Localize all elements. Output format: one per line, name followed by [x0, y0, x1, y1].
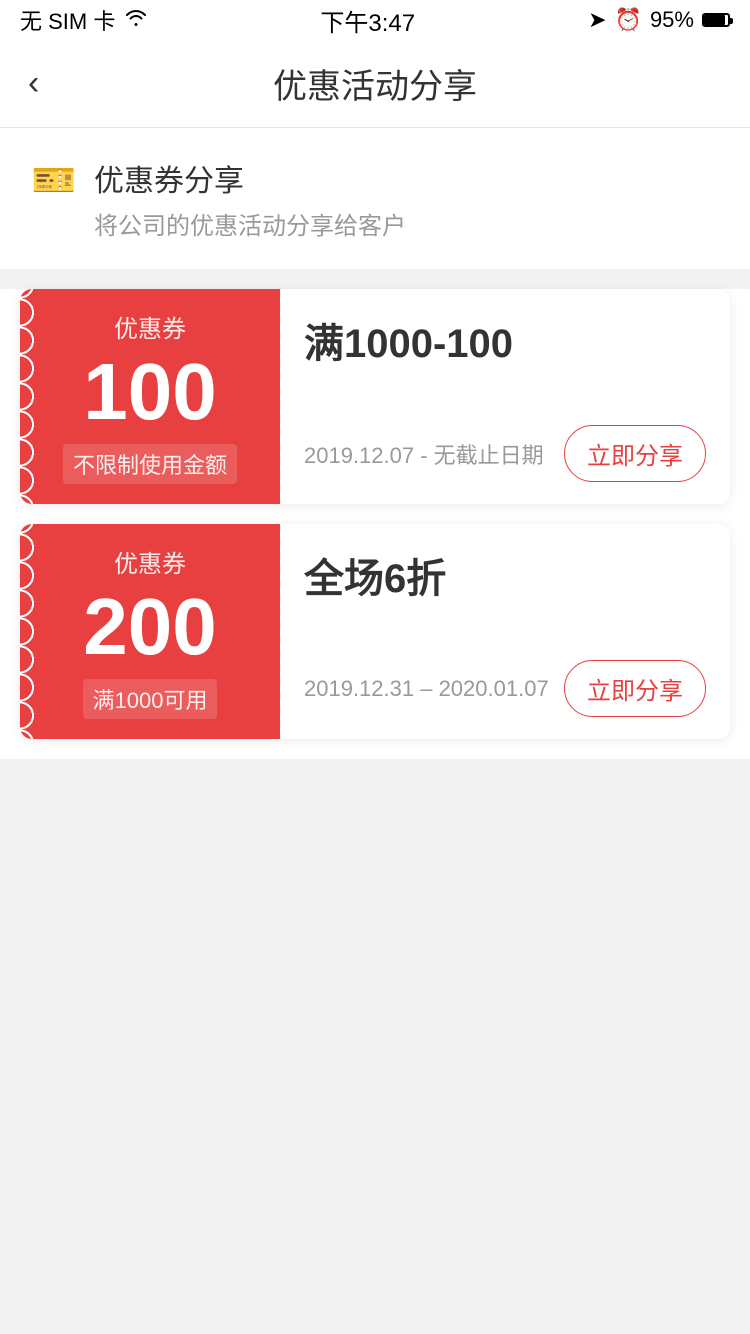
status-time: 下午3:47 — [320, 3, 415, 38]
carrier-text: 无 SIM 卡 — [20, 4, 115, 36]
alarm-icon: ⏰ — [615, 7, 642, 33]
coupon-right-1: 满1000-100 2019.12.07 - 无截止日期 立即分享 — [280, 289, 730, 504]
share-button-2[interactable]: 立即分享 — [564, 660, 706, 717]
page-title: 优惠活动分享 — [273, 59, 477, 108]
location-icon: ➤ — [588, 7, 606, 33]
coupon-divider-1 — [280, 289, 281, 504]
section-text: 优惠券分享 将公司的优惠活动分享给客户 — [94, 156, 406, 241]
coupon-divider-2 — [280, 524, 281, 739]
wifi-icon — [125, 6, 147, 34]
coupon-type-1: 优惠券 — [114, 309, 186, 344]
coupon-type-2: 优惠券 — [114, 544, 186, 579]
coupon-date-2: 2019.12.31 – 2020.01.07 — [304, 676, 549, 702]
share-button-1[interactable]: 立即分享 — [564, 425, 706, 482]
coupon-card-1: 优惠券 100 不限制使用金额 满1000-100 2019.12.07 - 无… — [20, 289, 730, 504]
coupon-right-2: 全场6折 2019.12.31 – 2020.01.07 立即分享 — [280, 524, 730, 739]
coupon-name-1: 满1000-100 — [304, 311, 706, 369]
coupons-area: 优惠券 100 不限制使用金额 满1000-100 2019.12.07 - 无… — [0, 289, 750, 759]
coupon-name-2: 全场6折 — [304, 546, 706, 604]
back-button[interactable]: ‹ — [28, 64, 39, 103]
coupon-left-1: 优惠券 100 不限制使用金额 — [20, 289, 280, 504]
battery-icon — [702, 13, 730, 27]
section-subtitle: 将公司的优惠活动分享给客户 — [94, 206, 406, 241]
section-title: 优惠券分享 — [94, 156, 406, 200]
coupon-date-row-2: 2019.12.31 – 2020.01.07 立即分享 — [304, 660, 706, 717]
coupon-amount-1: 100 — [83, 352, 216, 432]
coupon-condition-1: 不限制使用金额 — [63, 444, 237, 484]
coupon-condition-2: 满1000可用 — [83, 679, 218, 719]
nav-bar: ‹ 优惠活动分享 — [0, 40, 750, 128]
coupon-card-2: 优惠券 200 满1000可用 全场6折 2019.12.31 – 2020.0… — [20, 524, 730, 739]
coupon-amount-2: 200 — [83, 587, 216, 667]
section-header: 🎫 优惠券分享 将公司的优惠活动分享给客户 — [0, 128, 750, 269]
status-right: ➤ ⏰ 95% — [588, 7, 730, 33]
coupon-date-1: 2019.12.07 - 无截止日期 — [304, 438, 544, 470]
battery-text: 95% — [650, 7, 694, 33]
status-left: 无 SIM 卡 — [20, 4, 147, 36]
coupon-left-2: 优惠券 200 满1000可用 — [20, 524, 280, 739]
section-icon: 🎫 — [30, 156, 78, 204]
background-area — [0, 759, 750, 1309]
status-bar: 无 SIM 卡 下午3:47 ➤ ⏰ 95% — [0, 0, 750, 40]
coupon-date-row-1: 2019.12.07 - 无截止日期 立即分享 — [304, 425, 706, 482]
